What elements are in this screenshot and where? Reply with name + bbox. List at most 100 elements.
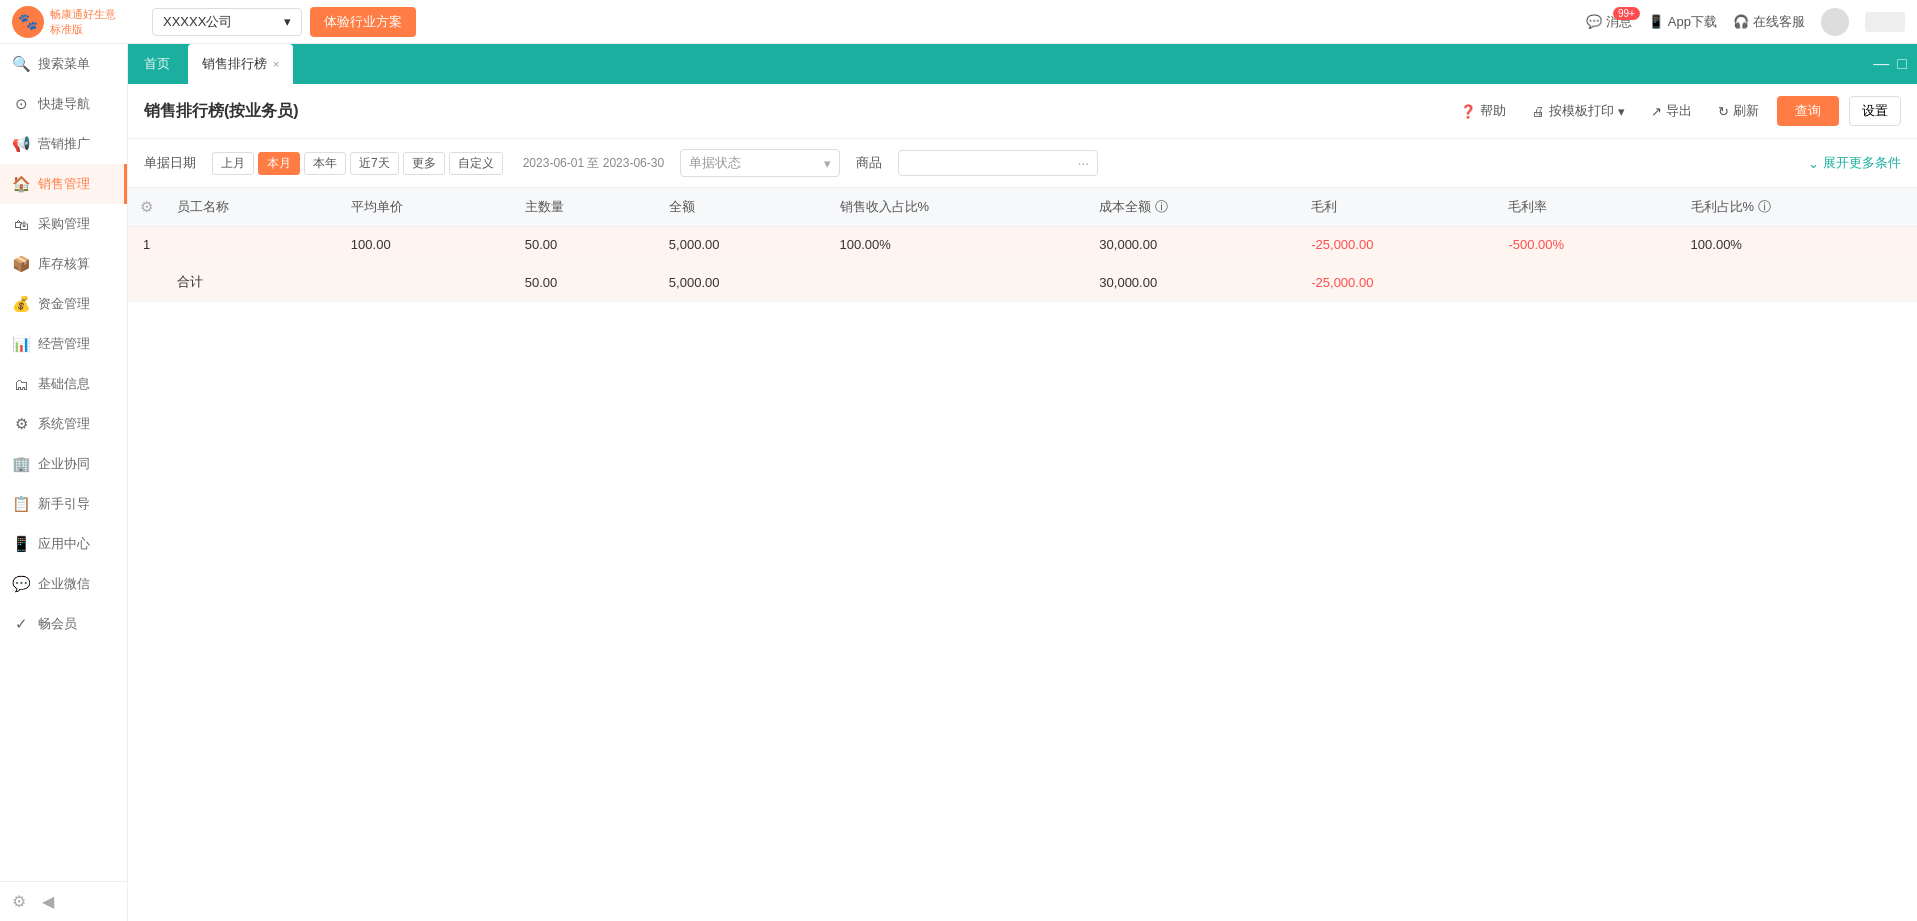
col-header-cost: 成本全额 ⓘ <box>1087 188 1299 227</box>
sidebar-item-purchase[interactable]: 🛍 采购管理 <box>0 204 127 244</box>
sidebar-item-operation[interactable]: 📊 经营管理 <box>0 324 127 364</box>
tab-minimize-icon[interactable]: — <box>1873 55 1889 73</box>
appstore-icon: 📱 <box>12 535 30 553</box>
col-header-gross: 毛利 <box>1299 188 1496 227</box>
user-name-placeholder <box>1865 12 1905 32</box>
cell-avg-price: 100.00 <box>339 227 513 263</box>
settings-bottom-icon[interactable]: ⚙ <box>12 892 26 911</box>
sidebar-item-marketing[interactable]: 📢 营销推广 <box>0 124 127 164</box>
tab-maximize-icon[interactable]: □ <box>1897 55 1907 73</box>
online-service-button[interactable]: 🎧 在线客服 <box>1733 13 1805 31</box>
message-icon: 💬 <box>1586 14 1602 29</box>
date-btn-more[interactable]: 更多 <box>403 152 445 175</box>
cell-sales-pct: 100.00% <box>828 227 1088 263</box>
footer-sales-pct <box>828 263 1088 302</box>
tab-sales-ranking[interactable]: 销售排行榜 × <box>188 44 293 84</box>
cell-gross: -25,000.00 <box>1299 227 1496 263</box>
company-selector[interactable]: XXXXX公司 ▾ <box>152 8 302 36</box>
logo: 🐾 畅康通好生意 标准版 <box>12 6 140 38</box>
footer-qty: 50.00 <box>513 263 657 302</box>
page-content: 销售排行榜(按业务员) ❓ 帮助 🖨 按模板打印 ▾ <box>128 84 1917 921</box>
expand-icon: ⌄ <box>1808 156 1819 171</box>
status-filter-label: 单据状态 <box>689 154 824 172</box>
collapse-sidebar-icon[interactable]: ◀ <box>42 892 54 911</box>
app-download-button[interactable]: 📱 App下载 <box>1648 13 1717 31</box>
filter-row: 单据日期 上月 本月 本年 近7天 更多 自定义 2023-06-01 至 20… <box>128 139 1917 188</box>
logo-icon: 🐾 <box>12 6 44 38</box>
expand-more-button[interactable]: ⌄ 展开更多条件 <box>1808 154 1901 172</box>
sidebar-item-search[interactable]: 🔍 搜索菜单 <box>0 44 127 84</box>
sidebar-item-finance[interactable]: 💰 资金管理 <box>0 284 127 324</box>
footer-gross-rate <box>1496 263 1678 302</box>
print-dropdown-icon: ▾ <box>1618 104 1625 119</box>
goods-filter[interactable]: ··· <box>898 150 1098 176</box>
basic-icon: 🗂 <box>12 375 30 393</box>
header-actions: ❓ 帮助 🖨 按模板打印 ▾ ↗ 导出 <box>1452 96 1901 126</box>
date-btn-this-month[interactable]: 本月 <box>258 152 300 175</box>
table-row: 1 100.00 50.00 5,000.00 100.00% 30,000.0… <box>128 227 1917 263</box>
guide-icon: 📋 <box>12 495 30 513</box>
trial-button[interactable]: 体验行业方案 <box>310 7 416 37</box>
sidebar-item-wechat[interactable]: 💬 企业微信 <box>0 564 127 604</box>
settings-button[interactable]: 设置 <box>1849 96 1901 126</box>
export-button[interactable]: ↗ 导出 <box>1643 98 1700 124</box>
enterprise-icon: 🏢 <box>12 455 30 473</box>
sidebar-item-system[interactable]: ⚙ 系统管理 <box>0 404 127 444</box>
table-settings-icon[interactable]: ⚙ <box>140 198 153 216</box>
sidebar-item-shortcut[interactable]: ⊙ 快捷导航 <box>0 84 127 124</box>
operation-icon: 📊 <box>12 335 30 353</box>
sidebar-item-enterprise[interactable]: 🏢 企业协同 <box>0 444 127 484</box>
message-button[interactable]: 💬 消息 99+ <box>1586 13 1632 31</box>
sidebar-item-member[interactable]: ✓ 畅会员 <box>0 604 127 644</box>
goods-filter-label: 商品 <box>856 154 882 172</box>
table-footer-row: 合计 50.00 5,000.00 30,000.00 -25,000.00 <box>128 263 1917 302</box>
cell-gross-pct: 100.00% <box>1679 227 1917 263</box>
tab-close-icon[interactable]: × <box>273 58 279 70</box>
cell-amount: 5,000.00 <box>657 227 828 263</box>
message-badge: 99+ <box>1613 7 1640 20</box>
table-settings-col[interactable]: ⚙ <box>128 188 165 227</box>
sidebar-item-inventory[interactable]: 📦 库存核算 <box>0 244 127 284</box>
sidebar-item-basic[interactable]: 🗂 基础信息 <box>0 364 127 404</box>
marketing-icon: 📢 <box>12 135 30 153</box>
refresh-button[interactable]: ↻ 刷新 <box>1710 98 1767 124</box>
print-button[interactable]: 🖨 按模板打印 ▾ <box>1524 98 1633 124</box>
home-icon: ⊙ <box>12 95 30 113</box>
cell-gross-rate: -500.00% <box>1496 227 1678 263</box>
date-btn-this-year[interactable]: 本年 <box>304 152 346 175</box>
footer-gross-pct <box>1679 263 1917 302</box>
tab-bar: 首页 销售排行榜 × — □ <box>128 44 1917 84</box>
page-title: 销售排行榜(按业务员) <box>144 101 1452 122</box>
headset-icon: 🎧 <box>1733 14 1749 29</box>
goods-more-icon[interactable]: ··· <box>1077 155 1089 171</box>
date-range-display: 2023-06-01 至 2023-06-30 <box>523 155 664 172</box>
query-button[interactable]: 查询 <box>1777 96 1839 126</box>
help-icon: ❓ <box>1460 104 1476 119</box>
user-avatar[interactable] <box>1821 8 1849 36</box>
inventory-icon: 📦 <box>12 255 30 273</box>
sidebar-item-appstore[interactable]: 📱 应用中心 <box>0 524 127 564</box>
chevron-down-icon: ▾ <box>284 14 291 29</box>
sidebar-item-guide[interactable]: 📋 新手引导 <box>0 484 127 524</box>
status-filter[interactable]: 单据状态 ▾ <box>680 149 840 177</box>
sales-icon: 🏠 <box>12 175 30 193</box>
col-header-gross-pct: 毛利占比% ⓘ <box>1679 188 1917 227</box>
cell-qty: 50.00 <box>513 227 657 263</box>
date-btn-last-month[interactable]: 上月 <box>212 152 254 175</box>
date-buttons: 上月 本月 本年 近7天 更多 自定义 <box>212 152 503 175</box>
tab-home[interactable]: 首页 <box>128 44 186 84</box>
sidebar: 🔍 搜索菜单 ⊙ 快捷导航 📢 营销推广 🏠 销售管理 🛍 采购管理 📦 <box>0 44 128 921</box>
help-button[interactable]: ❓ 帮助 <box>1452 98 1514 124</box>
date-btn-last-7-days[interactable]: 近7天 <box>350 152 399 175</box>
footer-avg-price <box>339 263 513 302</box>
sidebar-item-sales[interactable]: 🏠 销售管理 <box>0 164 127 204</box>
col-header-qty: 主数量 <box>513 188 657 227</box>
page-header: 销售排行榜(按业务员) ❓ 帮助 🖨 按模板打印 ▾ <box>128 84 1917 139</box>
top-right-actions: 💬 消息 99+ 📱 App下载 🎧 在线客服 <box>1586 8 1905 36</box>
col-header-avg-price: 平均单价 <box>339 188 513 227</box>
col-header-sales-pct: 销售收入占比% <box>828 188 1088 227</box>
search-icon: 🔍 <box>12 55 30 73</box>
system-icon: ⚙ <box>12 415 30 433</box>
purchase-icon: 🛍 <box>12 215 30 233</box>
date-btn-custom[interactable]: 自定义 <box>449 152 503 175</box>
